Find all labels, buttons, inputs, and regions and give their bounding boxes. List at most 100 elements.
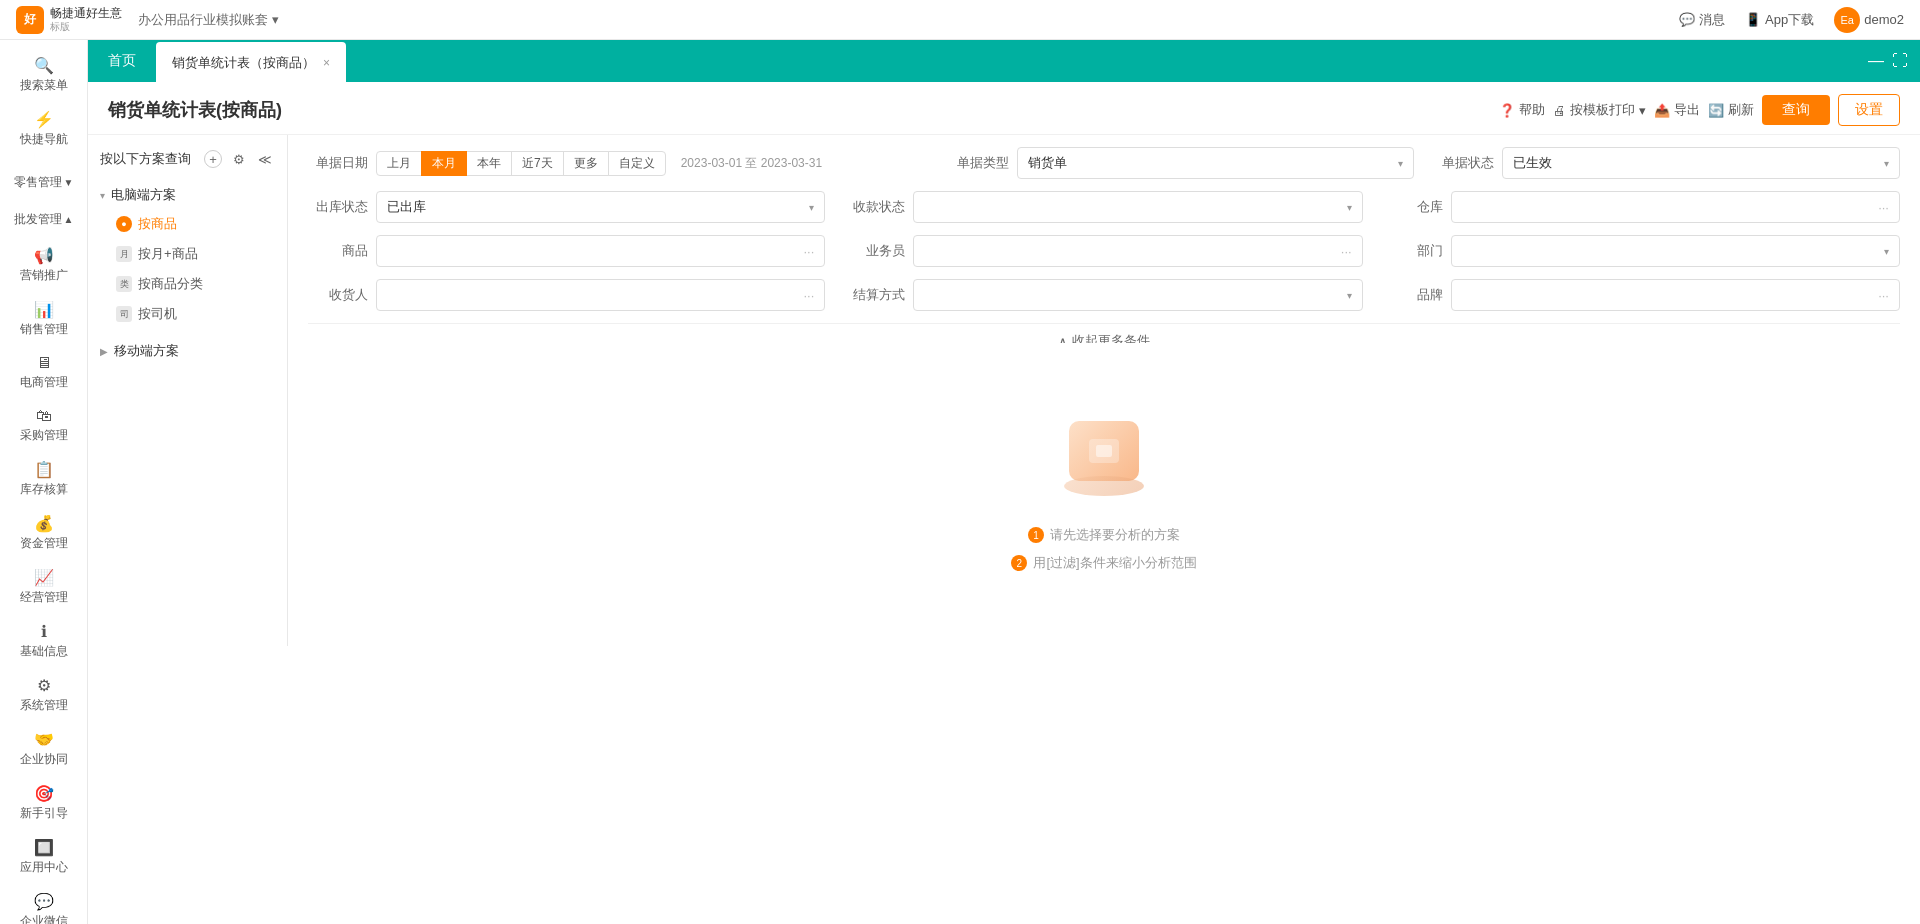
sidebar-item-wechat[interactable]: 💬 企业微信 [0, 884, 87, 924]
page-content: 销货单统计表(按商品) ❓ 帮助 🖨 按模板打印 ▾ 📤 导出 [88, 82, 1920, 924]
empty-state: 1 请先选择要分析的方案 2 用[过滤]条件来缩小分析范围 [288, 343, 1920, 647]
date-filter: 上月 本月 本年 近7天 更多 自定义 [376, 151, 665, 176]
sidebar-item-inventory[interactable]: 📋 库存核算 [0, 452, 87, 506]
collapse-icon: ∧ [1058, 334, 1068, 343]
user-menu[interactable]: Ea demo2 [1834, 7, 1904, 33]
sidebar-item-collab[interactable]: 🤝 企业协同 [0, 722, 87, 776]
tab-minimize-btn[interactable]: — [1868, 52, 1884, 70]
topbar-right: 💬 消息 📱 App下载 Ea demo2 [1679, 7, 1904, 33]
query-btn[interactable]: 查询 [1762, 95, 1830, 125]
settlement-label: 结算方式 [845, 286, 905, 304]
export-btn[interactable]: 📤 导出 [1654, 101, 1700, 119]
app-download-btn[interactable]: 📱 App下载 [1745, 11, 1814, 29]
sidebar-item-ecommerce[interactable]: 🖥 电商管理 [0, 346, 87, 399]
sidebar: 🔍 搜索菜单 ⚡ 快捷导航 零售管理 ▼ 批发管理 ▲ 📢 营销推广 📊 销售管… [0, 40, 88, 924]
app-selector[interactable]: 办公用品行业模拟账套 ▾ [130, 11, 287, 29]
scheme-collapse-btn[interactable]: ≪ [255, 149, 275, 169]
warehousestatus-label: 出库状态 [308, 198, 368, 216]
sidebar-item-basic[interactable]: ℹ 基础信息 [0, 614, 87, 668]
group-collapse-icon: ▶ [100, 346, 108, 357]
filter-group-docstatus: 单据状态 已生效 ▾ [1434, 147, 1900, 179]
chevron-icon: ▼ [64, 177, 74, 188]
filter-group-doctype: 单据类型 销货单 ▾ [949, 147, 1415, 179]
sidebar-item-finance[interactable]: 💰 资金管理 [0, 506, 87, 560]
date-pill-thisyear[interactable]: 本年 [466, 151, 512, 176]
help-btn[interactable]: ❓ 帮助 [1499, 101, 1545, 119]
print-btn[interactable]: 🖨 按模板打印 ▾ [1553, 101, 1646, 119]
filter-group-warehousestatus: 出库状态 已出库 ▾ [308, 191, 825, 223]
date-range: 2023-03-01 至 2023-03-31 [681, 155, 822, 172]
scheme-panel: 按以下方案查询 + ⚙ ≪ [88, 135, 288, 646]
scheme-item-by-product[interactable]: ● 按商品 [88, 209, 287, 239]
sidebar-item-wholesale[interactable]: 批发管理 ▲ [0, 201, 87, 238]
date-label: 单据日期 [308, 154, 368, 172]
warehouse-control[interactable]: ··· [1451, 191, 1900, 223]
scheme-settings-btn[interactable]: ⚙ [229, 149, 249, 169]
receiver-dots: ··· [803, 288, 814, 303]
logo-text: 畅捷通好生意 标版 [50, 6, 122, 32]
filter-column: 单据日期 上月 本月 本年 近7天 更多 自定义 2023-03-01 至 20… [288, 135, 1920, 646]
brand-label: 品牌 [1383, 286, 1443, 304]
paymentstatus-control[interactable]: ▾ [913, 191, 1362, 223]
tab-maximize-btn[interactable]: ⛶ [1892, 52, 1908, 70]
sidebar-item-sales[interactable]: 📊 销售管理 [0, 292, 87, 346]
scheme-item-month-product[interactable]: 月 按月+商品 [88, 239, 287, 269]
message-btn[interactable]: 💬 消息 [1679, 11, 1725, 29]
paymentstatus-label: 收款状态 [845, 198, 905, 216]
date-pill-7days[interactable]: 近7天 [511, 151, 564, 176]
collapse-filters-btn[interactable]: ∧ 收起更多条件 [308, 323, 1900, 343]
receiver-label: 收货人 [308, 286, 368, 304]
appcenter-icon: 🔲 [34, 838, 54, 857]
tab-close-btn[interactable]: × [323, 56, 330, 70]
settings-btn[interactable]: 设置 [1838, 94, 1900, 126]
salesperson-control[interactable]: ··· [913, 235, 1362, 267]
warehousestatus-control[interactable]: 已出库 ▾ [376, 191, 825, 223]
date-pill-more[interactable]: 更多 [563, 151, 609, 176]
tab-active[interactable]: 销货单统计表（按商品） × [156, 42, 346, 84]
filter-row-1: 单据日期 上月 本月 本年 近7天 更多 自定义 2023-03-01 至 20… [308, 147, 1900, 179]
warehousestatus-arrow: ▾ [809, 202, 814, 213]
scheme-group-mobile-label[interactable]: ▶ 移动端方案 [88, 337, 287, 365]
chevron-down-icon: ▾ [272, 12, 279, 27]
settlement-control[interactable]: ▾ [913, 279, 1362, 311]
topbar: 好 畅捷通好生意 标版 办公用品行业模拟账套 ▾ 💬 消息 📱 App下载 Ea… [0, 0, 1920, 40]
scheme-item-icon: 司 [116, 306, 132, 322]
sidebar-item-search[interactable]: 🔍 搜索菜单 [0, 48, 87, 102]
scheme-group-pc-label[interactable]: ▾ 电脑端方案 [88, 181, 287, 209]
sidebar-item-purchase[interactable]: 🛍 采购管理 [0, 399, 87, 452]
sidebar-item-appcenter[interactable]: 🔲 应用中心 [0, 830, 87, 884]
warehouse-label: 仓库 [1383, 198, 1443, 216]
date-pill-thismonth[interactable]: 本月 [421, 151, 467, 176]
department-arrow: ▾ [1884, 246, 1889, 257]
date-pill-lastmonth[interactable]: 上月 [376, 151, 422, 176]
sidebar-item-ops[interactable]: 📈 经营管理 [0, 560, 87, 614]
scheme-item-driver[interactable]: 司 按司机 [88, 299, 287, 329]
refresh-btn[interactable]: 🔄 刷新 [1708, 101, 1754, 119]
sidebar-item-system[interactable]: ⚙ 系统管理 [0, 668, 87, 722]
tab-home[interactable]: 首页 [88, 40, 156, 82]
department-control[interactable]: ▾ [1451, 235, 1900, 267]
doctype-control[interactable]: 销货单 ▾ [1017, 147, 1415, 179]
filter-row-2: 出库状态 已出库 ▾ 收款状态 ▾ [308, 191, 1900, 223]
sidebar-item-marketing[interactable]: 📢 营销推广 [0, 238, 87, 292]
goods-control[interactable]: ··· [376, 235, 825, 267]
scheme-item-category[interactable]: 类 按商品分类 [88, 269, 287, 299]
sidebar-item-quicknav[interactable]: ⚡ 快捷导航 [0, 102, 87, 156]
step-1-num: 1 [1028, 527, 1044, 543]
message-icon: 💬 [1679, 12, 1695, 27]
export-icon: 📤 [1654, 103, 1670, 118]
date-pill-custom[interactable]: 自定义 [608, 151, 666, 176]
brand-control[interactable]: ··· [1451, 279, 1900, 311]
purchase-icon: 🛍 [36, 407, 52, 425]
settlement-arrow: ▾ [1347, 290, 1352, 301]
scheme-panel-header: 按以下方案查询 + ⚙ ≪ [88, 145, 287, 177]
scheme-add-btn[interactable]: + [203, 149, 223, 169]
docstatus-control[interactable]: 已生效 ▾ [1502, 147, 1900, 179]
ecommerce-icon: 🖥 [36, 354, 52, 372]
topbar-left: 好 畅捷通好生意 标版 办公用品行业模拟账套 ▾ [16, 6, 287, 34]
sidebar-item-newbie[interactable]: 🎯 新手引导 [0, 776, 87, 830]
filter-group-brand: 品牌 ··· [1383, 279, 1900, 311]
sidebar-item-retail[interactable]: 零售管理 ▼ [0, 164, 87, 201]
receiver-control[interactable]: ··· [376, 279, 825, 311]
doctype-dropdown-icon: ▾ [1398, 158, 1403, 169]
